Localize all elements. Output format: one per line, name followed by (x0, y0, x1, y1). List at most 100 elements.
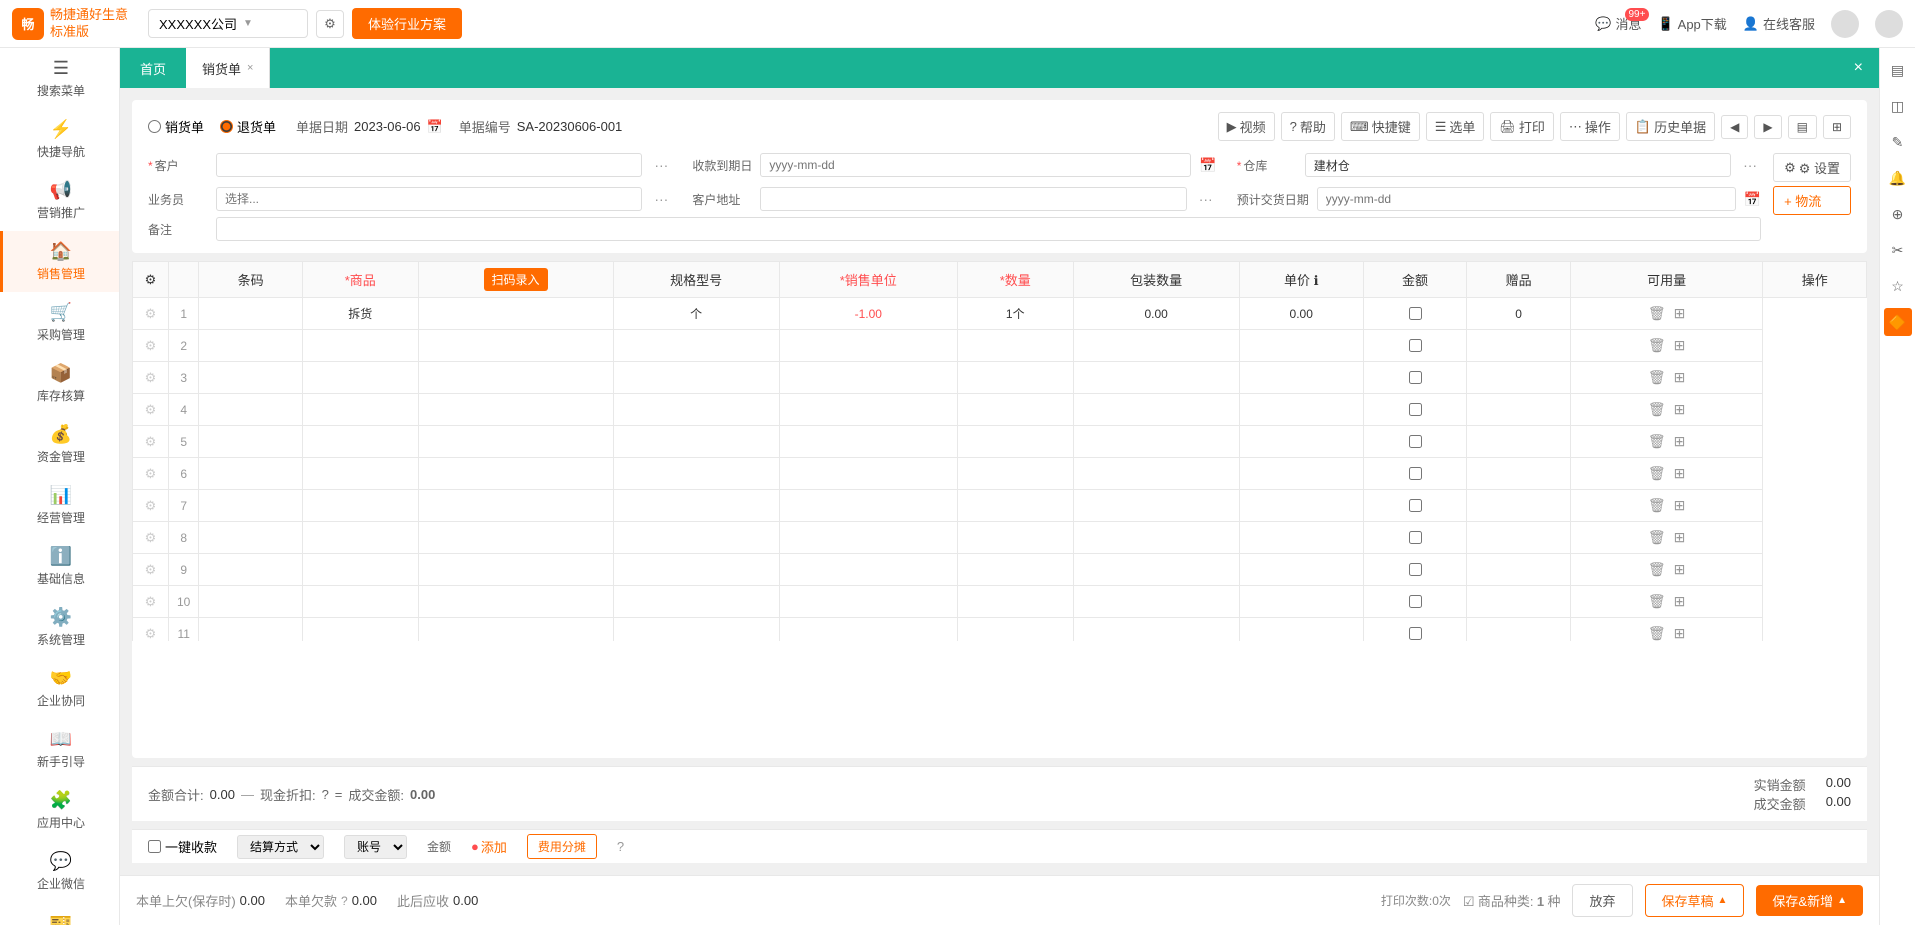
cell-unit[interactable] (613, 458, 779, 490)
cell-amount[interactable] (1239, 362, 1363, 394)
expected-date-input[interactable] (1317, 187, 1736, 211)
right-panel-btn-6[interactable]: ✂ (1884, 236, 1912, 264)
settings-btn[interactable]: ⚙ ⚙ 设置 (1773, 153, 1851, 182)
table-scroll[interactable]: ⚙ 条码 *商品 扫码录入 规格型号 *销售单位 *数量 包装数量 单价 ℹ (132, 261, 1867, 641)
cell-amount[interactable]: 0.00 (1239, 298, 1363, 330)
cell-unit-price[interactable] (1073, 330, 1239, 362)
tab-sale-order[interactable]: 销货单 × (186, 48, 270, 88)
cell-quantity[interactable] (779, 554, 957, 586)
app-download-btn[interactable]: 📱 App下载 (1657, 14, 1726, 33)
cell-pkg-qty[interactable] (957, 426, 1073, 458)
cash-discount-help[interactable]: ? (322, 787, 329, 802)
row-copy-btn[interactable]: ⊞ (1672, 463, 1688, 484)
cell-spec[interactable] (418, 490, 613, 522)
right-panel-btn-2[interactable]: ◫ (1884, 92, 1912, 120)
cell-barcode[interactable] (199, 330, 303, 362)
cell-gear[interactable]: ⚙ (133, 522, 169, 554)
cell-quantity[interactable] (779, 586, 957, 618)
cell-unit-price[interactable] (1073, 458, 1239, 490)
one-click-payment-checkbox[interactable]: 一键收款 (148, 837, 217, 856)
cell-unit-price[interactable] (1073, 522, 1239, 554)
online-service-btn[interactable]: 👤 在线客服 (1743, 14, 1815, 33)
cell-pkg-qty[interactable] (957, 490, 1073, 522)
sidebar-item-inventory[interactable]: 📦 库存核算 (0, 353, 119, 414)
cell-quantity[interactable] (779, 490, 957, 522)
cell-amount[interactable] (1239, 458, 1363, 490)
cell-quantity[interactable] (779, 522, 957, 554)
print-btn[interactable]: 🖨 打印 (1490, 112, 1554, 141)
cell-amount[interactable] (1239, 618, 1363, 642)
cell-amount[interactable] (1239, 394, 1363, 426)
cell-quantity[interactable]: -1.00 (779, 298, 957, 330)
prev-btn[interactable]: ◀ (1721, 115, 1748, 139)
cell-barcode[interactable] (199, 362, 303, 394)
cell-barcode[interactable] (199, 426, 303, 458)
note-input[interactable] (216, 217, 1761, 241)
scan-btn[interactable]: 扫码录入 (484, 268, 548, 291)
cell-gift[interactable] (1363, 522, 1467, 554)
cell-unit[interactable] (613, 586, 779, 618)
save-draft-btn[interactable]: 保存草稿 ▲ (1645, 884, 1745, 917)
cell-gear[interactable]: ⚙ (133, 490, 169, 522)
cell-product[interactable] (302, 618, 418, 642)
cell-unit-price[interactable] (1073, 618, 1239, 642)
cell-unit-price[interactable] (1073, 426, 1239, 458)
cell-gift[interactable] (1363, 458, 1467, 490)
row-delete-btn[interactable]: 🗑 (1646, 623, 1668, 641)
cell-barcode[interactable] (199, 586, 303, 618)
right-panel-btn-7[interactable]: ☆ (1884, 272, 1912, 300)
settings-icon-btn[interactable]: ⚙ (316, 10, 344, 38)
cell-gear[interactable]: ⚙ (133, 362, 169, 394)
row-delete-btn[interactable]: 🗑 (1646, 463, 1668, 484)
cell-barcode[interactable] (199, 298, 303, 330)
salesperson-input[interactable] (216, 187, 642, 211)
sidebar-item-sales[interactable]: 🏠 销售管理 (0, 231, 119, 292)
cell-spec[interactable] (418, 458, 613, 490)
cell-gift[interactable] (1363, 426, 1467, 458)
cell-amount[interactable] (1239, 522, 1363, 554)
cell-product[interactable] (302, 522, 418, 554)
sidebar-item-purchase[interactable]: 🛒 采购管理 (0, 292, 119, 353)
cell-gift[interactable] (1363, 330, 1467, 362)
row-delete-btn[interactable]: 🗑 (1646, 431, 1668, 452)
cell-spec[interactable] (418, 522, 613, 554)
account-select[interactable]: 账号 (344, 835, 407, 859)
logistics-btn[interactable]: + 物流 (1773, 186, 1851, 215)
cell-gear[interactable]: ⚙ (133, 330, 169, 362)
cell-product[interactable] (302, 394, 418, 426)
video-btn[interactable]: ▶ 视频 (1218, 112, 1275, 141)
operation-btn[interactable]: ⋯ 操作 (1560, 112, 1620, 141)
return-order-radio[interactable]: 退货单 (220, 117, 276, 136)
window-close-btn[interactable]: × (1846, 55, 1871, 81)
history-btn[interactable]: 📋 历史单据 (1626, 112, 1715, 141)
sidebar-item-wechat[interactable]: 💬 企业微信 (0, 841, 119, 902)
sidebar-item-guide[interactable]: 📖 新手引导 (0, 719, 119, 780)
avatar[interactable] (1831, 10, 1859, 38)
cell-barcode[interactable] (199, 490, 303, 522)
cell-unit-price[interactable]: 0.00 (1073, 298, 1239, 330)
cell-spec[interactable] (418, 618, 613, 642)
row-copy-btn[interactable]: ⊞ (1672, 303, 1688, 324)
due-date-calendar-icon[interactable]: 📅 (1199, 157, 1216, 174)
row-delete-btn[interactable]: 🗑 (1646, 335, 1668, 356)
warehouse-input[interactable] (1305, 153, 1731, 177)
cell-amount[interactable] (1239, 426, 1363, 458)
row-copy-btn[interactable]: ⊞ (1672, 559, 1688, 580)
sidebar-item-app-center[interactable]: 🧩 应用中心 (0, 780, 119, 841)
sidebar-item-finance[interactable]: 💰 资金管理 (0, 414, 119, 475)
salesperson-more-btn[interactable]: ··· (650, 191, 672, 207)
cell-unit[interactable] (613, 490, 779, 522)
right-panel-btn-4[interactable]: 🔔 (1884, 164, 1912, 192)
cell-pkg-qty[interactable] (957, 330, 1073, 362)
cell-product[interactable] (302, 362, 418, 394)
row-delete-btn[interactable]: 🗑 (1646, 367, 1668, 388)
sidebar-item-quick-nav[interactable]: ⚡ 快捷导航 (0, 109, 119, 170)
row-copy-btn[interactable]: ⊞ (1672, 335, 1688, 356)
cell-unit[interactable] (613, 426, 779, 458)
cell-amount[interactable] (1239, 586, 1363, 618)
shortcut-btn[interactable]: ⌨ 快捷键 (1341, 112, 1420, 141)
expected-date-calendar-icon[interactable]: 📅 (1744, 191, 1761, 208)
cell-barcode[interactable] (199, 458, 303, 490)
row-delete-btn[interactable]: 🗑 (1646, 303, 1668, 324)
cell-gear[interactable]: ⚙ (133, 586, 169, 618)
